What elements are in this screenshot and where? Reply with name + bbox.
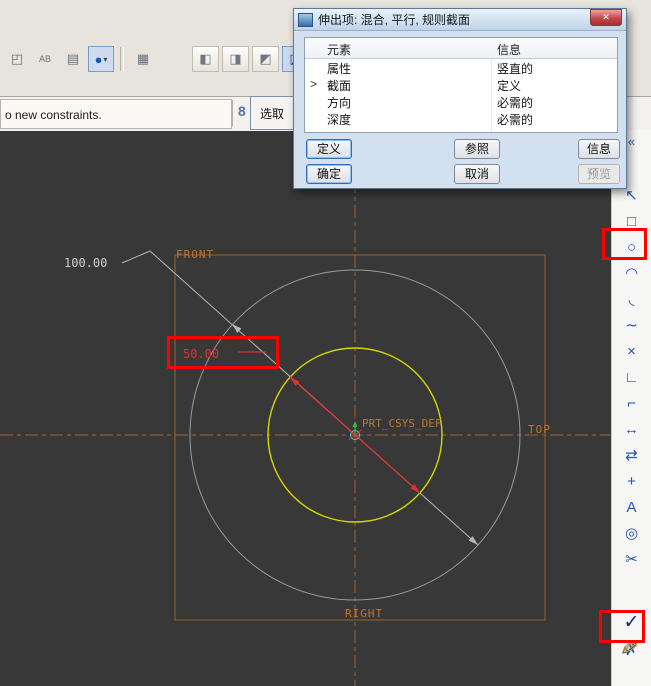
modify-tool[interactable]: ⇄	[612, 442, 651, 468]
spline-tool[interactable]: ∼	[612, 312, 651, 338]
row-marker: >	[310, 77, 324, 91]
row-info: 必需的	[497, 94, 533, 111]
table-row[interactable]: 方向 必需的	[305, 93, 617, 110]
layers-icon[interactable]: ▤	[60, 46, 86, 72]
sketch-plane-glyph: ◰	[11, 51, 23, 67]
table-row[interactable]: > 截面 定义	[305, 76, 617, 93]
sketch-canvas[interactable]: 100.00 50.00 FRONT TOP RIGHT PRT_CSYS_DE…	[0, 130, 651, 686]
arc-tool[interactable]: ◠	[612, 260, 651, 286]
dialog-title: 伸出项: 混合, 平行, 规则截面	[318, 11, 470, 28]
dimension-tool[interactable]: ↔	[612, 416, 651, 442]
annotation-box-done-button	[599, 610, 645, 643]
table-row[interactable]: 深度 必需的	[305, 110, 617, 127]
row-element: 截面	[327, 77, 351, 94]
datum-point-glyph: ◩	[259, 51, 271, 67]
select-dialog-title: 选取	[260, 105, 284, 122]
annotation-icon[interactable]: AB	[32, 46, 58, 72]
message-separator	[232, 100, 236, 126]
preview-button[interactable]: 预览	[578, 164, 620, 184]
sketch-plane-border[interactable]	[175, 255, 545, 620]
display-style-button[interactable]: ● ▾	[88, 46, 114, 72]
toolbar-icon-row: ◰ AB ▤ ● ▾ ▦ ◧ ◨ ◩ ◪ ▣	[4, 46, 339, 72]
refs-button[interactable]: 参照	[454, 139, 500, 159]
table-row[interactable]: 属性 竖直的	[305, 59, 617, 76]
fillet-tool[interactable]: ◟	[612, 286, 651, 312]
annotation-box-circle-tool	[602, 228, 647, 260]
element-dialog: 伸出项: 混合, 平行, 规则截面 ✕ 元素 信息 属性 竖直的 > 截面 定义…	[293, 8, 627, 189]
toolbar-separator	[120, 47, 124, 71]
trim-tool[interactable]: ✂	[612, 546, 651, 572]
image-glyph: ▦	[137, 51, 149, 67]
define-button[interactable]: 定义	[306, 139, 352, 159]
table-header: 元素 信息	[305, 38, 617, 59]
text-tool[interactable]: A	[612, 494, 651, 520]
image-icon[interactable]: ▦	[130, 46, 156, 72]
datum-point-toggle[interactable]: ◩	[252, 46, 279, 72]
row-info: 必需的	[497, 111, 533, 128]
sketch-plane-icon[interactable]: ◰	[4, 46, 30, 72]
chevron-down-icon[interactable]: ▾	[103, 55, 107, 64]
display-style-glyph: ●	[95, 52, 103, 67]
row-info: 竖直的	[497, 60, 533, 77]
outer-dim-leader	[122, 251, 150, 263]
status-message: o new constraints.	[5, 108, 102, 122]
row-element: 属性	[327, 60, 351, 77]
sketcher-toolbar: « ↖ □ ○ ◠ ◟ ∼ × ∟ ⌐ ↔ ⇄ + A ◎ ✂ ✓ ✗	[611, 130, 651, 686]
top-datum-label[interactable]: TOP	[528, 423, 551, 436]
row-element: 深度	[327, 111, 351, 128]
row-info: 定义	[497, 77, 521, 94]
datum-axis-glyph: ◨	[229, 51, 241, 67]
datum-plane-glyph: ◧	[199, 51, 211, 67]
datum-axis-toggle[interactable]: ◨	[222, 46, 249, 72]
dialog-titlebar[interactable]: 伸出项: 混合, 平行, 规则截面 ✕	[294, 9, 626, 31]
palette-tool[interactable]: ◎	[612, 520, 651, 546]
datum-plane-toggle[interactable]: ◧	[192, 46, 219, 72]
constraint-tool[interactable]: +	[612, 468, 651, 494]
ok-button[interactable]: 确定	[306, 164, 352, 184]
info-button[interactable]: 信息	[578, 139, 620, 159]
point-tool[interactable]: ×	[612, 338, 651, 364]
csys-label[interactable]: PRT_CSYS_DEF	[362, 417, 441, 430]
outer-diameter-dimension[interactable]: 100.00	[64, 256, 107, 270]
csys-tool[interactable]: ∟	[612, 364, 651, 390]
column-header-info[interactable]: 信息	[497, 41, 521, 58]
dialog-icon	[298, 13, 313, 27]
annotation-glyph: AB	[39, 54, 51, 64]
annotation-box-dimension	[167, 336, 279, 369]
element-table[interactable]: 元素 信息 属性 竖直的 > 截面 定义 方向 必需的 深度 必需的	[304, 37, 618, 133]
use-edge-tool[interactable]: ⌐	[612, 390, 651, 416]
selection-filter-icon[interactable]: 8	[238, 103, 246, 119]
column-header-element[interactable]: 元素	[327, 41, 351, 58]
right-datum-label[interactable]: RIGHT	[345, 607, 383, 620]
toolbar-collapse-icon[interactable]: «	[628, 130, 635, 154]
cancel-button[interactable]: 取消	[454, 164, 500, 184]
message-box: o new constraints.	[0, 99, 232, 129]
csys-y-arrow	[353, 421, 358, 427]
front-datum-label[interactable]: FRONT	[176, 248, 214, 261]
row-element: 方向	[327, 94, 351, 111]
select-dialog: 选取	[250, 96, 296, 130]
layers-glyph: ▤	[67, 51, 79, 67]
close-button[interactable]: ✕	[590, 9, 622, 26]
